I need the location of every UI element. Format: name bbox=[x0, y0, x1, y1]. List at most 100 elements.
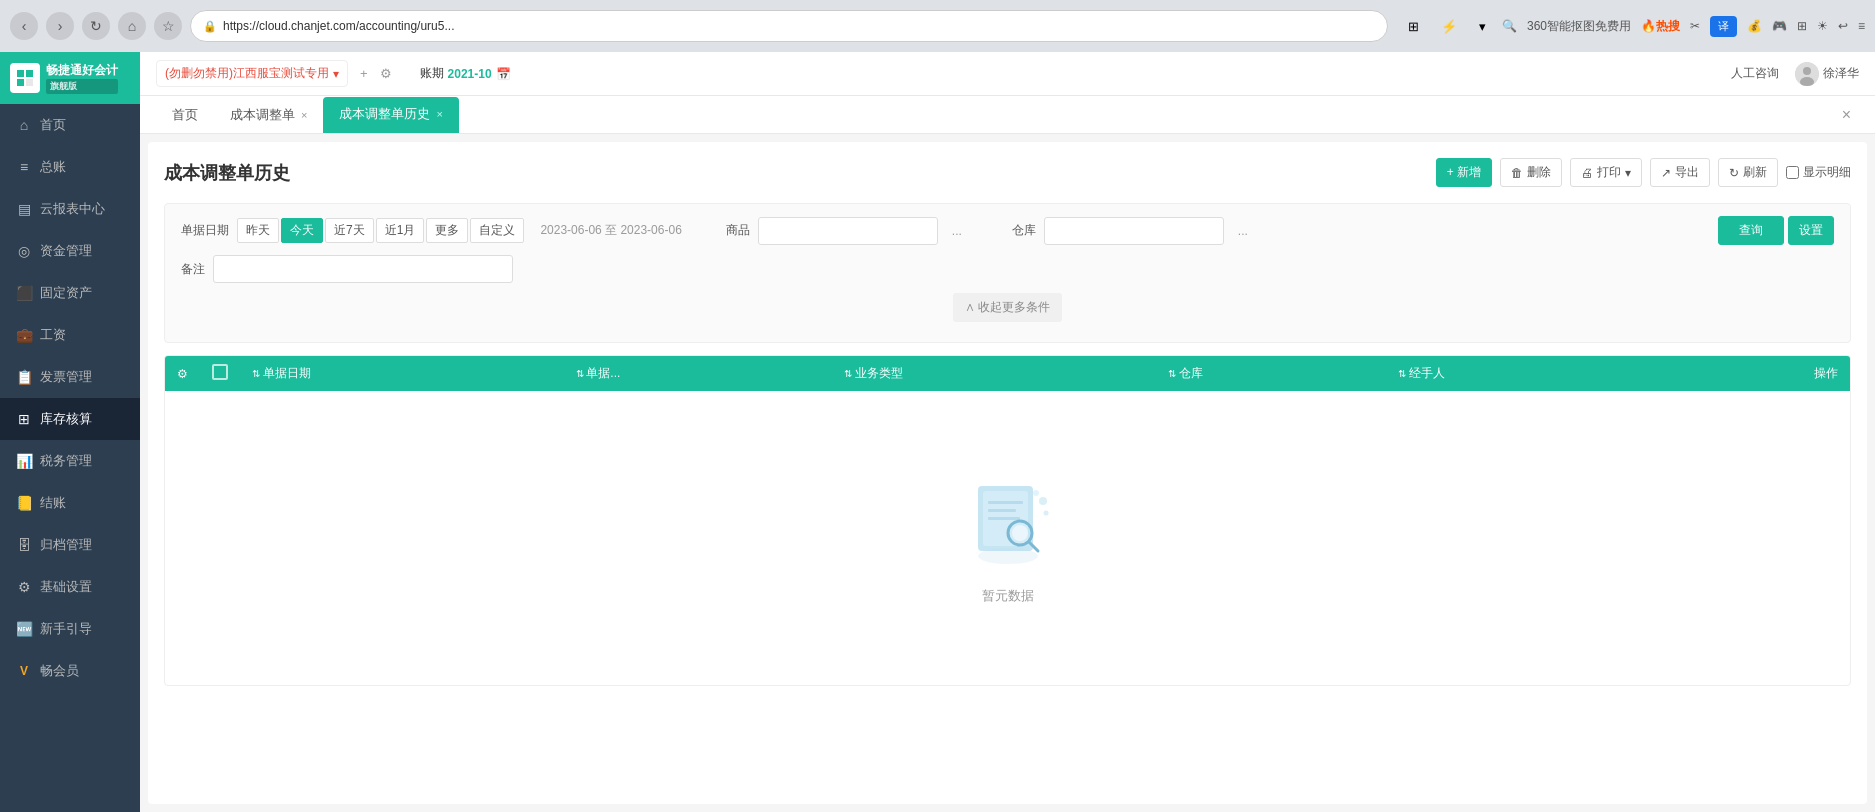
tab-cost-adjust-history-close[interactable]: × bbox=[436, 108, 442, 120]
sidebar-logo: 畅捷通好会计 旗舰版 bbox=[0, 52, 140, 104]
sidebar-item-funds[interactable]: ◎ 资金管理 bbox=[0, 230, 140, 272]
show-cols-checkbox-input[interactable] bbox=[1786, 166, 1799, 179]
hot-search[interactable]: 🔥热搜 bbox=[1641, 18, 1680, 35]
brightness-icon[interactable]: ☀ bbox=[1817, 19, 1828, 33]
col-number-label: 单据... bbox=[586, 366, 620, 380]
home-button[interactable]: ⌂ bbox=[118, 12, 146, 40]
svg-rect-0 bbox=[17, 70, 24, 77]
sidebar-label-inventory: 库存核算 bbox=[40, 410, 92, 428]
date-btn-more[interactable]: 更多 bbox=[426, 218, 468, 243]
refresh-button[interactable]: ↻ 刷新 bbox=[1718, 158, 1778, 187]
tab-cost-adjust-close[interactable]: × bbox=[301, 109, 307, 121]
apps-icon[interactable]: ⊞ bbox=[1797, 19, 1807, 33]
sidebar-item-reports[interactable]: ▤ 云报表中心 bbox=[0, 188, 140, 230]
filter-action-btns: 查询 设置 bbox=[1718, 216, 1834, 245]
assets-icon: ⬛ bbox=[16, 285, 32, 301]
table-header: ⚙ 单据日期 单据... 业务 bbox=[165, 356, 1850, 391]
sidebar-item-inventory[interactable]: ⊞ 库存核算 bbox=[0, 398, 140, 440]
export-button[interactable]: ↗ 导出 bbox=[1650, 158, 1710, 187]
address-bar[interactable]: 🔒 https://cloud.chanjet.com/accounting/u… bbox=[190, 10, 1388, 42]
page-title: 成本调整单历史 bbox=[164, 161, 290, 185]
select-all-checkbox[interactable] bbox=[212, 364, 228, 380]
empty-state: 暂元数据 bbox=[165, 391, 1850, 685]
sidebar-item-tax[interactable]: 📊 税务管理 bbox=[0, 440, 140, 482]
sidebar-item-invoice[interactable]: 📋 发票管理 bbox=[0, 356, 140, 398]
date-filter-btns: 昨天 今天 近7天 近1月 更多 自定义 bbox=[237, 218, 524, 243]
tab-bar-right: × bbox=[1834, 106, 1859, 124]
sidebar-item-guide[interactable]: 🆕 新手引导 bbox=[0, 608, 140, 650]
sidebar-item-close[interactable]: 📒 结账 bbox=[0, 482, 140, 524]
sidebar-item-salary[interactable]: 💼 工资 bbox=[0, 314, 140, 356]
scissors-icon[interactable]: ✂ bbox=[1690, 19, 1700, 33]
tab-cost-adjust[interactable]: 成本调整单 × bbox=[214, 98, 323, 132]
date-btn-today[interactable]: 今天 bbox=[281, 218, 323, 243]
tab-home[interactable]: 首页 bbox=[156, 98, 214, 132]
add-company-btn[interactable]: + bbox=[360, 66, 368, 81]
delete-button[interactable]: 🗑 删除 bbox=[1500, 158, 1562, 187]
goods-ellipsis-btn[interactable]: ... bbox=[946, 222, 968, 240]
query-button[interactable]: 查询 bbox=[1718, 216, 1784, 245]
menu-icon[interactable]: ≡ bbox=[1858, 19, 1865, 33]
svg-point-16 bbox=[1039, 497, 1047, 505]
service-link[interactable]: 人工咨询 bbox=[1731, 65, 1779, 82]
filter-settings-button[interactable]: 设置 bbox=[1788, 216, 1834, 245]
svg-point-17 bbox=[1043, 511, 1048, 516]
bookmark-button[interactable]: ☆ bbox=[154, 12, 182, 40]
grid-button[interactable]: ⊞ bbox=[1400, 15, 1427, 38]
sidebar-item-archive[interactable]: 🗄 归档管理 bbox=[0, 524, 140, 566]
tab-cost-adjust-history[interactable]: 成本调整单历史 × bbox=[323, 97, 458, 133]
new-button[interactable]: + 新增 bbox=[1436, 158, 1492, 187]
tab-home-label: 首页 bbox=[172, 106, 198, 124]
sidebar-item-ledger[interactable]: ≡ 总账 bbox=[0, 146, 140, 188]
filter-remarks-input[interactable] bbox=[213, 255, 513, 283]
company-selector[interactable]: (勿删勿禁用)江西服宝测试专用 ▾ bbox=[156, 60, 348, 87]
print-button[interactable]: 🖨 打印 ▾ bbox=[1570, 158, 1642, 187]
filter-goods-input[interactable] bbox=[758, 217, 938, 245]
collapse-button[interactable]: ∧ 收起更多条件 bbox=[953, 293, 1062, 322]
col-type[interactable]: 业务类型 bbox=[832, 356, 1156, 391]
ledger-icon: ≡ bbox=[16, 159, 32, 175]
date-btn-7days[interactable]: 近7天 bbox=[325, 218, 374, 243]
dropdown-button[interactable]: ▾ bbox=[1471, 15, 1494, 38]
user-info[interactable]: 徐泽华 bbox=[1795, 62, 1859, 86]
back-button[interactable]: ‹ bbox=[10, 12, 38, 40]
filter-warehouse-input[interactable] bbox=[1044, 217, 1224, 245]
game-icon[interactable]: 🎮 bbox=[1772, 19, 1787, 33]
col-warehouse[interactable]: 仓库 bbox=[1156, 356, 1386, 391]
sidebar-label-invoice: 发票管理 bbox=[40, 368, 92, 386]
col-settings[interactable]: ⚙ bbox=[165, 356, 200, 391]
sidebar-item-settings[interactable]: ⚙ 基础设置 bbox=[0, 566, 140, 608]
sidebar-label-close: 结账 bbox=[40, 494, 66, 512]
close-all-btn[interactable]: × bbox=[1834, 106, 1859, 124]
table-settings-icon[interactable]: ⚙ bbox=[177, 367, 188, 381]
logo-text-block: 畅捷通好会计 旗舰版 bbox=[46, 62, 118, 94]
forward-button[interactable]: › bbox=[46, 12, 74, 40]
reload-button[interactable]: ↻ bbox=[82, 12, 110, 40]
date-btn-yesterday[interactable]: 昨天 bbox=[237, 218, 279, 243]
show-cols-toggle[interactable]: 显示明细 bbox=[1786, 164, 1851, 181]
col-checkbox[interactable] bbox=[200, 356, 240, 391]
settings-gear-icon[interactable]: ⚙ bbox=[380, 66, 392, 81]
collapse-section: ∧ 收起更多条件 bbox=[181, 293, 1834, 322]
archive-icon: 🗄 bbox=[16, 537, 32, 553]
logo-icon bbox=[10, 63, 40, 93]
col-handler[interactable]: 经手人 bbox=[1386, 356, 1663, 391]
sidebar-item-assets[interactable]: ⬛ 固定资产 bbox=[0, 272, 140, 314]
col-number[interactable]: 单据... bbox=[564, 356, 833, 391]
wallet-icon[interactable]: 💰 bbox=[1747, 19, 1762, 33]
logo-main-text: 畅捷通好会计 bbox=[46, 62, 118, 79]
warehouse-ellipsis-btn[interactable]: ... bbox=[1232, 222, 1254, 240]
sidebar-item-home[interactable]: ⌂ 首页 bbox=[0, 104, 140, 146]
col-date[interactable]: 单据日期 bbox=[240, 356, 564, 391]
calendar-icon[interactable]: 📅 bbox=[496, 67, 511, 81]
sidebar-item-member[interactable]: V 畅会员 bbox=[0, 650, 140, 692]
translate-button[interactable]: 译 bbox=[1710, 16, 1737, 37]
undo-icon[interactable]: ↩ bbox=[1838, 19, 1848, 33]
date-btn-1month[interactable]: 近1月 bbox=[376, 218, 425, 243]
col-actions-label: 操作 bbox=[1814, 366, 1838, 380]
date-btn-custom[interactable]: 自定义 bbox=[470, 218, 524, 243]
lightning-button[interactable]: ⚡ bbox=[1433, 15, 1465, 38]
funds-icon: ◎ bbox=[16, 243, 32, 259]
filter-warehouse-label: 仓库 bbox=[1012, 222, 1036, 239]
company-name: (勿删勿禁用)江西服宝测试专用 bbox=[165, 65, 329, 82]
